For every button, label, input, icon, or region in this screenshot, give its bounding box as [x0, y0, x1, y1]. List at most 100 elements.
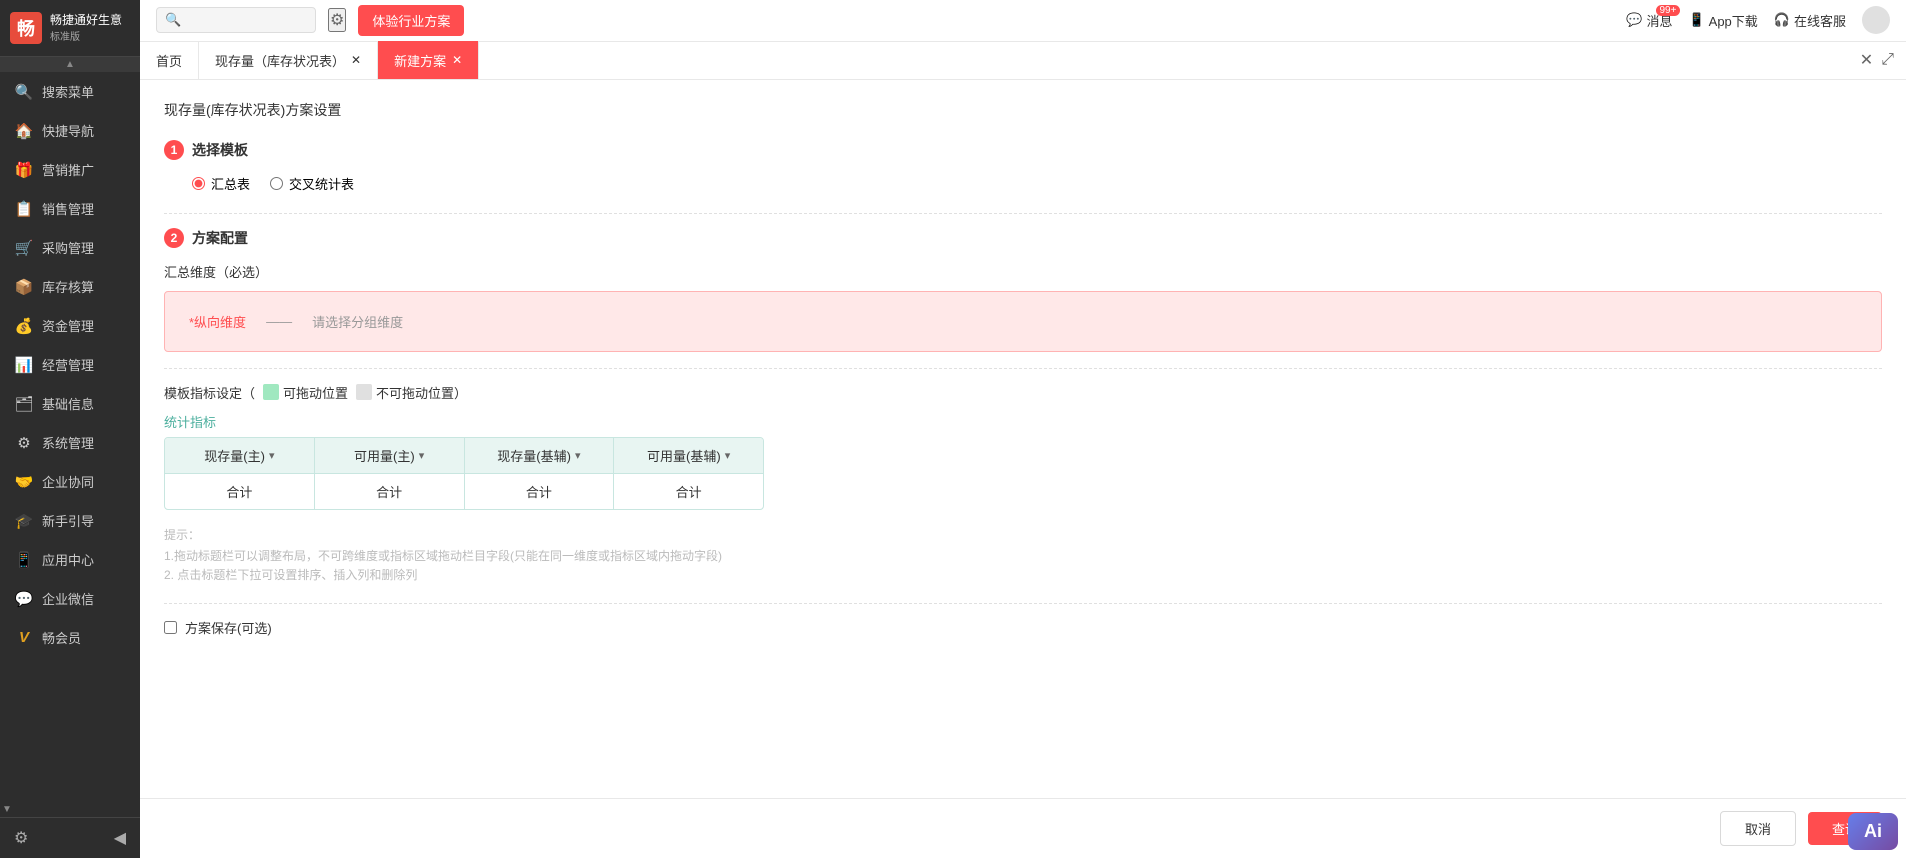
app-download-button[interactable]: 📱 App下载 [1688, 11, 1757, 30]
tab-inventory-status-close[interactable]: ✕ [351, 53, 361, 67]
section1-num: 1 [164, 140, 184, 160]
tab-inventory-status[interactable]: 现存量（库存状况表） ✕ [199, 41, 378, 79]
tabs-bar: 首页 现存量（库存状况表） ✕ 新建方案 ✕ ✕ ⤢ [140, 42, 1906, 80]
sidebar-item-label: 采购管理 [42, 238, 94, 257]
sidebar-scroll-up[interactable]: ▲ [0, 57, 140, 72]
stats-section: 统计指标 现存量(主) ▾ 可用量(主) ▾ [164, 412, 1882, 510]
guide-icon: 🎓 [14, 512, 34, 530]
cart-icon: 🛒 [14, 239, 34, 257]
sidebar-item-label: 企业微信 [42, 589, 94, 608]
tab-minimize-icon[interactable]: ✕ [1860, 50, 1873, 70]
main-area: 🔍 ⚙ 体验行业方案 💬 消息 99+ 📱 App下载 🎧 在线客服 [140, 0, 1906, 858]
option-cross[interactable]: 交叉统计表 [270, 174, 354, 193]
gear-icon: ⚙ [14, 434, 34, 452]
search-box[interactable]: 🔍 [156, 7, 316, 33]
sidebar: 畅 畅捷通好生意 标准版 ▲ 🔍 搜索菜单 🏠 快捷导航 🎁 营销推广 📋 销售… [0, 0, 140, 858]
sidebar-item-basic[interactable]: 🗂 基础信息 [0, 384, 140, 423]
tab-home[interactable]: 首页 [140, 41, 199, 79]
customer-service-button[interactable]: 🎧 在线客服 [1774, 11, 1846, 30]
headset-icon: 🎧 [1774, 12, 1790, 28]
sidebar-item-label: 经营管理 [42, 355, 94, 374]
option-summary-label: 汇总表 [211, 174, 250, 193]
search-icon: 🔍 [165, 12, 181, 28]
stats-header-col-3[interactable]: 可用量(基辅) ▾ [614, 438, 763, 473]
option-summary[interactable]: 汇总表 [192, 174, 250, 193]
topbar: 🔍 ⚙ 体验行业方案 💬 消息 99+ 📱 App下载 🎧 在线客服 [140, 0, 1906, 42]
stats-header-col-0-label: 现存量(主) [204, 446, 265, 465]
folder-icon: 🗂 [14, 395, 34, 413]
stats-header-col-0[interactable]: 现存量(主) ▾ [165, 438, 315, 473]
app-name: 畅捷通好生意 [50, 13, 122, 29]
sidebar-item-shortcut[interactable]: 🏠 快捷导航 [0, 111, 140, 150]
service-label: 在线客服 [1794, 11, 1846, 30]
tab-new-scheme[interactable]: 新建方案 ✕ [378, 41, 479, 79]
tab-expand-icon[interactable]: ⤢ [1881, 51, 1894, 69]
sidebar-item-label: 资金管理 [42, 316, 94, 335]
tab-new-scheme-label: 新建方案 [394, 51, 446, 70]
sidebar-item-label: 新手引导 [42, 511, 94, 530]
drag-indicator: 可拖动位置 [263, 383, 348, 402]
settings-button[interactable]: ⚙ [328, 8, 346, 32]
stats-header-col-1-label: 可用量(主) [354, 446, 415, 465]
sidebar-item-search[interactable]: 🔍 搜索菜单 [0, 72, 140, 111]
sidebar-item-label: 畅会员 [42, 628, 81, 647]
trial-button[interactable]: 体验行业方案 [358, 5, 464, 36]
box-icon: 📦 [14, 278, 34, 296]
stats-body-col-0: 合计 [165, 474, 315, 509]
tab-inventory-status-label: 现存量（库存状况表） [215, 51, 345, 70]
section1-header: 1 选择模板 [164, 140, 1882, 160]
sidebar-item-inventory[interactable]: 📦 库存核算 [0, 267, 140, 306]
sidebar-item-weixin[interactable]: 💬 企业微信 [0, 579, 140, 618]
save-checkbox[interactable] [164, 621, 177, 634]
wechat-icon: 💬 [14, 590, 34, 608]
sidebar-item-operation[interactable]: 📊 经营管理 [0, 345, 140, 384]
sidebar-item-label: 搜索菜单 [42, 82, 94, 101]
sidebar-item-system[interactable]: ⚙ 系统管理 [0, 423, 140, 462]
sidebar-item-apps[interactable]: 📱 应用中心 [0, 540, 140, 579]
no-drag-label: 不可拖动位置） [376, 383, 467, 402]
message-button[interactable]: 💬 消息 99+ [1626, 11, 1672, 30]
sidebar-item-newbie[interactable]: 🎓 新手引导 [0, 501, 140, 540]
sidebar-item-label: 应用中心 [42, 550, 94, 569]
save-option[interactable]: 方案保存(可选) [164, 618, 1882, 637]
app-download-label: App下载 [1709, 11, 1758, 30]
radio-summary[interactable] [192, 177, 205, 190]
settings-bottom-icon[interactable]: ⚙ [14, 828, 28, 848]
chevron-down-icon-3: ▾ [725, 449, 731, 462]
dimension-box[interactable]: *纵向维度 —— 请选择分组维度 [164, 291, 1882, 352]
money-icon: 💰 [14, 317, 34, 335]
sidebar-item-marketing[interactable]: 🎁 营销推广 [0, 150, 140, 189]
sidebar-item-agreement[interactable]: 🤝 企业协同 [0, 462, 140, 501]
gift-icon: 🎁 [14, 161, 34, 179]
divider2 [164, 368, 1882, 369]
panel-title: 现存量(库存状况表)方案设置 [164, 100, 1882, 120]
stats-header-col-2[interactable]: 现存量(基辅) ▾ [465, 438, 615, 473]
sidebar-item-label: 销售管理 [42, 199, 94, 218]
drag-label: 可拖动位置 [283, 383, 348, 402]
cancel-button[interactable]: 取消 [1720, 811, 1796, 846]
phone-icon: 📱 [1688, 12, 1704, 28]
app-edition: 标准版 [50, 28, 122, 43]
topbar-right: 💬 消息 99+ 📱 App下载 🎧 在线客服 [1626, 6, 1890, 34]
collapse-icon[interactable]: ◀ [114, 828, 126, 848]
sidebar-item-vip[interactable]: V 畅会员 [0, 618, 140, 657]
tab-home-label: 首页 [156, 51, 182, 70]
search-input[interactable] [187, 13, 287, 27]
sidebar-item-label: 基础信息 [42, 394, 94, 413]
sidebar-item-purchase[interactable]: 🛒 采购管理 [0, 228, 140, 267]
stats-header-col-1[interactable]: 可用量(主) ▾ [315, 438, 465, 473]
dimension-dash: —— [266, 314, 292, 329]
sidebar-scroll-down[interactable]: ▼ [0, 802, 140, 817]
handshake-icon: 🤝 [14, 473, 34, 491]
sidebar-item-finance[interactable]: 💰 资金管理 [0, 306, 140, 345]
sidebar-item-label: 营销推广 [42, 160, 94, 179]
option-cross-label: 交叉统计表 [289, 174, 354, 193]
ai-badge[interactable]: Ai [1848, 813, 1898, 850]
tab-new-scheme-close[interactable]: ✕ [452, 53, 462, 67]
hint-item-1: 2. 点击标题栏下拉可设置排序、插入列和删除列 [164, 566, 1882, 583]
chevron-down-icon-1: ▾ [419, 449, 425, 462]
user-area[interactable] [1862, 6, 1890, 34]
stats-header-row: 现存量(主) ▾ 可用量(主) ▾ 现存量(基辅) ▾ [165, 438, 763, 473]
sidebar-item-sales[interactable]: 📋 销售管理 [0, 189, 140, 228]
radio-cross[interactable] [270, 177, 283, 190]
